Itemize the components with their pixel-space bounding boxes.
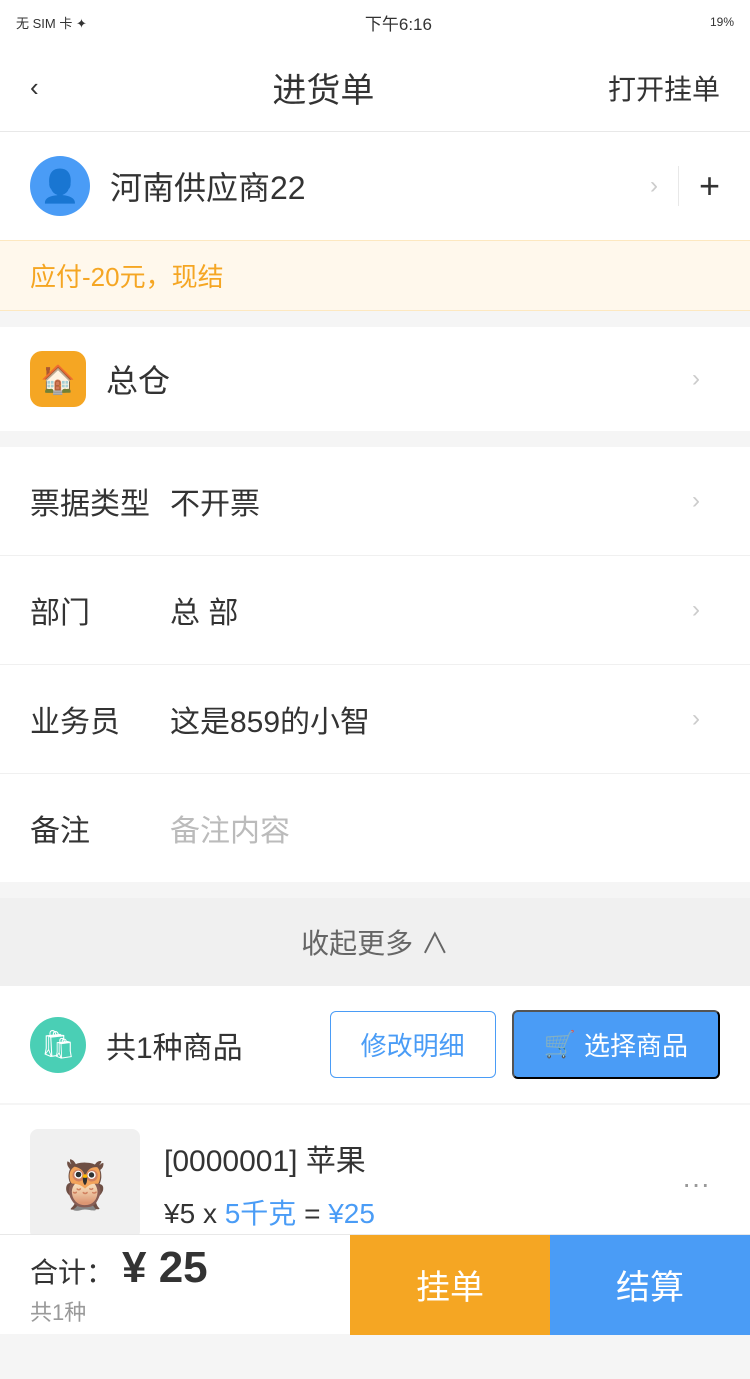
invoice-row[interactable]: 票据类型 不开票 › [0,447,750,556]
salesperson-label: 业务员 [30,697,170,741]
chevron-right-icon: › [692,365,700,393]
department-label: 部门 [30,588,170,632]
supplier-name: 河南供应商22 [110,163,650,209]
equals-sign: = [304,1198,328,1229]
product-thumbnail: 🦉 [30,1129,140,1239]
status-time: 下午6:16 [365,10,432,35]
notice-bar: 应付-20元，现结 [0,240,750,311]
footer-total-main: 合计： ¥ 25 [30,1243,320,1293]
product-name: [0000001] 苹果 [164,1136,672,1180]
multiply-sign: x [203,1198,225,1229]
chevron-right-icon: › [650,172,658,200]
warehouse-row[interactable]: 🏠 总仓 › [0,327,750,431]
product-info: [0000001] 苹果 ¥5 x 5千克 = ¥25 [164,1136,672,1232]
product-quantity: 5千克 [225,1198,297,1229]
back-button[interactable]: ‹ [30,72,39,103]
divider [678,166,679,206]
cart-icon: 🛒 [544,1029,576,1060]
open-pending-button[interactable]: 打开挂单 [608,68,720,108]
settle-button[interactable]: 结算 [550,1235,750,1335]
nav-bar: ‹ 进货单 打开挂单 [0,44,750,132]
products-icon: 🛍 [40,1028,76,1061]
warehouse-name: 总仓 [106,356,692,402]
supplier-avatar: 👤 [30,156,90,216]
invoice-value: 不开票 [170,479,692,523]
footer-total: 合计： ¥ 25 共1种 [0,1243,350,1327]
status-bar: 无 SIM 卡 ✦ 下午6:16 19% [0,0,750,44]
supplier-section: 👤 河南供应商22 › + 应付-20元，现结 [0,132,750,311]
invoice-label: 票据类型 [30,479,170,523]
person-icon: 👤 [40,167,80,205]
add-supplier-button[interactable]: + [699,165,720,207]
chevron-right-icon: › [692,487,700,515]
chevron-right-icon: › [692,705,700,733]
total-amount: ¥ 25 [122,1243,208,1293]
remark-label: 备注 [30,806,170,850]
product-total: ¥25 [328,1198,375,1229]
product-code: [0000001] [164,1145,297,1178]
products-header: 🛍 共1种商品 修改明细 🛒 选择商品 [0,986,750,1103]
product-title: 苹果 [306,1145,366,1178]
products-count: 共1种商品 [106,1023,330,1067]
remark-row[interactable]: 备注 备注内容 [0,774,750,882]
select-product-button[interactable]: 🛒 选择商品 [512,1010,720,1079]
status-battery: 19% [710,15,734,29]
collapse-more-button[interactable]: 收起更多 ∧ [0,898,750,986]
hold-button[interactable]: 挂单 [350,1235,550,1335]
warehouse-icon: 🏠 [41,363,76,396]
department-row[interactable]: 部门 总 部 › [0,556,750,665]
salesperson-row[interactable]: 业务员 这是859的小智 › [0,665,750,774]
product-unit-price: ¥5 [164,1198,195,1229]
product-more-button[interactable]: ··· [672,1158,720,1210]
main-content: 👤 河南供应商22 › + 应付-20元，现结 🏠 总仓 › 票据类型 不开票 … [0,132,750,1379]
footer: 合计： ¥ 25 共1种 挂单 结算 [0,1234,750,1334]
select-product-label: 选择商品 [584,1026,688,1063]
modify-detail-button[interactable]: 修改明细 [330,1011,496,1078]
products-icon-wrap: 🛍 [30,1017,86,1073]
total-label: 合计： [30,1251,114,1291]
page-title: 进货单 [272,63,374,112]
product-price: ¥5 x 5千克 = ¥25 [164,1192,672,1232]
total-sub: 共1种 [30,1295,320,1327]
warehouse-icon-wrap: 🏠 [30,351,86,407]
supplier-row[interactable]: 👤 河南供应商22 › + [0,132,750,240]
chevron-right-icon: › [692,596,700,624]
remark-input[interactable]: 备注内容 [170,806,720,850]
owl-icon: 🦉 [55,1156,115,1213]
department-value: 总 部 [170,588,692,632]
status-signal: 无 SIM 卡 ✦ [16,13,87,32]
form-section: 票据类型 不开票 › 部门 总 部 › 业务员 这是859的小智 › 备注 备注… [0,447,750,882]
salesperson-value: 这是859的小智 [170,697,692,741]
